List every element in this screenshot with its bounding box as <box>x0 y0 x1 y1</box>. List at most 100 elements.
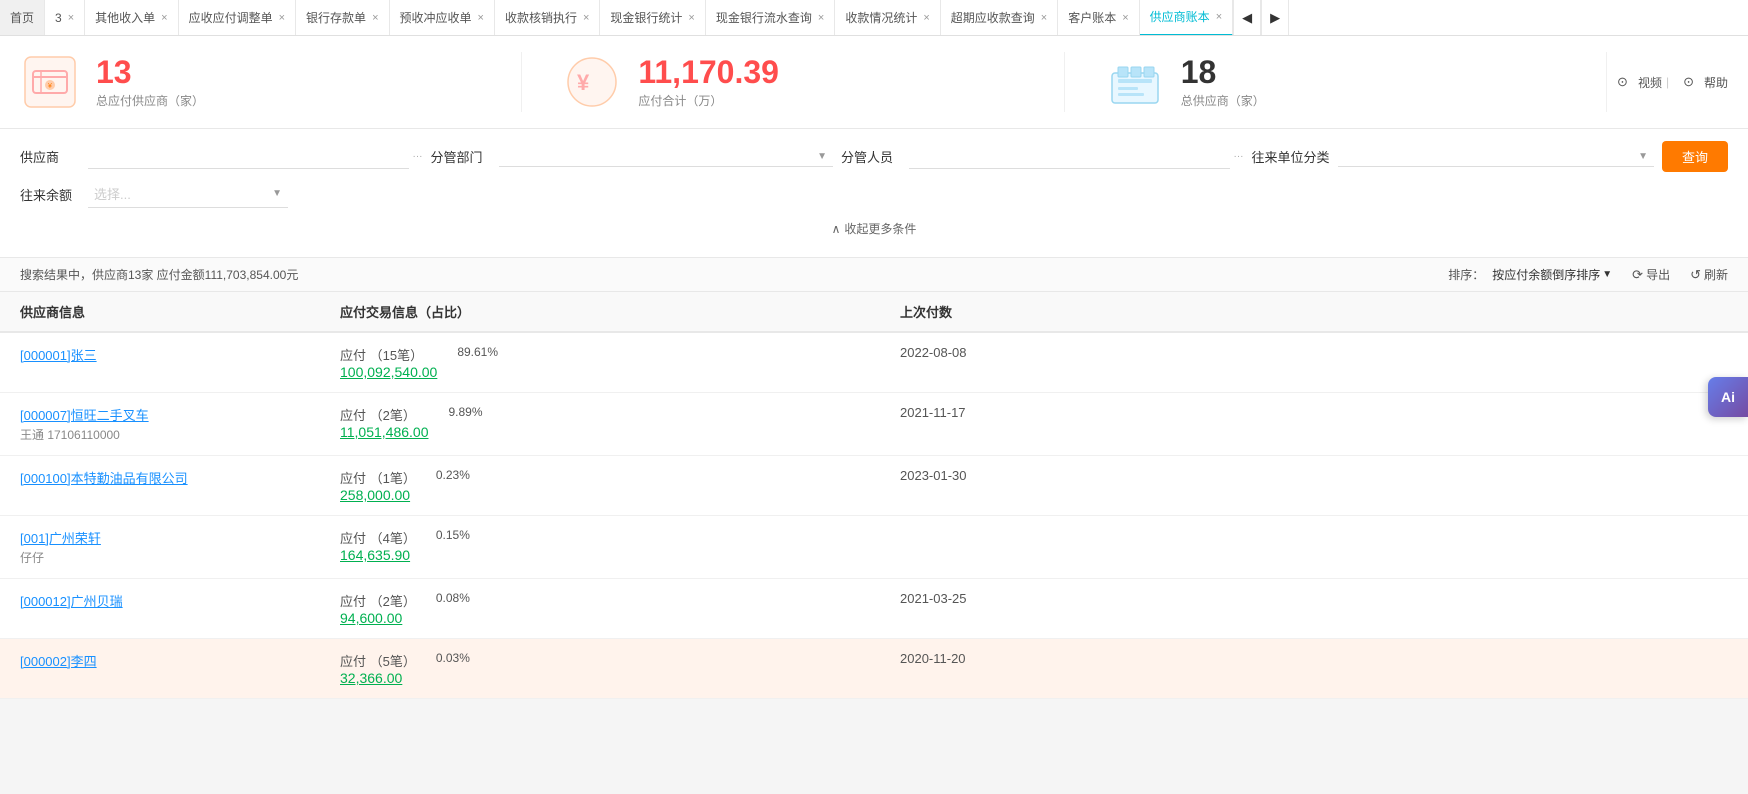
nav-tab-receipt-verify-label: 收款核销执行 <box>505 9 577 26</box>
result-text: 搜索结果中，供应商13家 应付金额111,703,854.00元 <box>20 266 1448 283</box>
supplier-link-3[interactable]: [000100]本特勤油品有限公司 <box>20 471 188 486</box>
stat-text-1: 13 总应付供应商（家） <box>96 56 204 109</box>
nav-tab-ap-adjust[interactable]: 应收应付调整单 × <box>179 0 296 36</box>
trans-amount-5[interactable]: 94,600.00 <box>340 610 416 626</box>
export-icon: ⟳ <box>1632 267 1643 283</box>
filter-row-1: 供应商 ··· 分管部门 ▼ 分管人员 ··· <box>20 141 1728 172</box>
nav-tab-supplier-account[interactable]: 供应商账本 × <box>1140 0 1233 36</box>
nav-tab-bank-deposit[interactable]: 银行存款单 × <box>296 0 389 36</box>
nav-tab-3-label: 3 <box>55 11 62 25</box>
supplier-link-2[interactable]: [000007]恒旺二手叉车 <box>20 408 149 423</box>
stat-icon-1: ¥ <box>20 52 80 112</box>
refresh-label: 刷新 <box>1704 266 1728 283</box>
close-tab-collection-stat-icon[interactable]: × <box>923 12 929 24</box>
trans-amount-2[interactable]: 11,051,486.00 <box>340 424 429 440</box>
table-row: [001]广州荣轩 仔仔 应付 （4笔） 164,635.90 0.15% <box>0 516 1748 579</box>
trans-label-3: 应付 （1笔） <box>340 468 416 487</box>
help-link[interactable]: 帮助 <box>1704 74 1728 91</box>
person-filter-input[interactable] <box>909 145 1230 169</box>
supplier-filter-label: 供应商 <box>20 147 80 166</box>
last-payment-cell-5: 2021-03-25 <box>900 591 1728 606</box>
close-tab-bank-deposit-icon[interactable]: × <box>372 12 378 24</box>
supplier-link-5[interactable]: [000012]广州贝瑞 <box>20 594 123 609</box>
nav-tab-collection-stat[interactable]: 收款情况统计 × <box>835 0 940 36</box>
stat-icon-3 <box>1105 52 1165 112</box>
filter-item-balance: 往来余额 选择... ▼ <box>20 180 1728 208</box>
nav-tab-home[interactable]: 首页 <box>0 0 45 36</box>
nav-tab-cash-bank-flow[interactable]: 现金银行流水查询 × <box>706 0 835 36</box>
stats-header: ¥ 13 总应付供应商（家） ¥ 11,170.39 <box>0 36 1748 129</box>
last-payment-cell-1: 2022-08-08 <box>900 345 1728 360</box>
person-filter-dots-icon[interactable]: ··· <box>1234 151 1244 162</box>
stat-number-total-suppliers: 18 <box>1181 56 1265 88</box>
transaction-cell-1: 应付 （15笔） 100,092,540.00 89.61% <box>340 345 900 380</box>
nav-tab-advance-collection[interactable]: 预收冲应收单 × <box>390 0 495 36</box>
balance-select-arrow-icon: ▼ <box>272 188 282 199</box>
nav-tab-overdue-query-label: 超期应收款查询 <box>951 9 1035 26</box>
trans-amount-4[interactable]: 164,635.90 <box>340 547 416 563</box>
trans-percent-4: 0.15% <box>436 528 470 542</box>
trans-amount-1[interactable]: 100,092,540.00 <box>340 364 437 380</box>
trans-amount-6[interactable]: 32,366.00 <box>340 670 416 686</box>
close-tab-3-icon[interactable]: × <box>68 12 74 24</box>
nav-tab-receipt-verify[interactable]: 收款核销执行 × <box>495 0 600 36</box>
close-tab-cash-bank-stat-icon[interactable]: × <box>688 12 694 24</box>
nav-tab-customer-account[interactable]: 客户账本 × <box>1058 0 1139 36</box>
transaction-info-2: 应付 （2笔） 11,051,486.00 <box>340 405 429 440</box>
supplier-link-4[interactable]: [001]广州荣轩 <box>20 531 101 546</box>
search-button[interactable]: 查询 <box>1662 141 1728 172</box>
supplier-link-6[interactable]: [000002]李四 <box>20 654 97 669</box>
video-link[interactable]: 视频 <box>1638 74 1662 91</box>
transaction-cell-5: 应付 （2笔） 94,600.00 0.08% <box>340 591 900 626</box>
close-tab-customer-account-icon[interactable]: × <box>1122 12 1128 24</box>
last-payment-cell-2: 2021-11-17 <box>900 405 1728 420</box>
nav-next-arrow[interactable]: ▶ <box>1261 0 1289 36</box>
close-tab-advance-collection-icon[interactable]: × <box>478 12 484 24</box>
stat-icon-2: ¥ <box>562 52 622 112</box>
nav-tab-3[interactable]: 3 × <box>45 0 85 36</box>
stat-block-suppliers-payable: ¥ 13 总应付供应商（家） <box>20 52 522 112</box>
balance-filter-select[interactable]: 选择... ▼ <box>88 180 288 208</box>
trans-label-5: 应付 （2笔） <box>340 591 416 610</box>
transaction-info-3: 应付 （1笔） 258,000.00 <box>340 468 416 503</box>
trans-percent-2: 9.89% <box>449 405 483 419</box>
category-select-arrow-icon: ▼ <box>1638 151 1648 162</box>
stat-text-2: 11,170.39 应付合计（万） <box>638 56 779 109</box>
help-icon: ⊙ <box>1683 74 1694 90</box>
video-icon: ⊙ <box>1617 74 1628 90</box>
close-tab-supplier-account-icon[interactable]: × <box>1216 11 1222 23</box>
divider: | <box>1666 75 1669 89</box>
table-header: 供应商信息 应付交易信息（占比） 上次付数 <box>0 292 1748 333</box>
nav-tab-cash-bank-stat[interactable]: 现金银行统计 × <box>600 0 705 36</box>
nav-tab-other-income[interactable]: 其他收入单 × <box>85 0 178 36</box>
nav-tab-bank-deposit-label: 银行存款单 <box>306 9 366 26</box>
trans-percent-1: 89.61% <box>457 345 498 359</box>
sort-select[interactable]: 按应付余额倒序排序 ▼ <box>1492 266 1612 283</box>
nav-tab-overdue-query[interactable]: 超期应收款查询 × <box>941 0 1058 36</box>
transaction-info-5: 应付 （2笔） 94,600.00 <box>340 591 416 626</box>
dept-select-arrow-icon: ▼ <box>817 151 827 162</box>
close-tab-other-income-icon[interactable]: × <box>161 12 167 24</box>
supplier-filter-input[interactable] <box>88 145 409 169</box>
supplier-link-1[interactable]: [000001]张三 <box>20 348 97 363</box>
sort-label: 排序： <box>1448 266 1484 283</box>
close-tab-ap-adjust-icon[interactable]: × <box>279 12 285 24</box>
transaction-cell-6: 应付 （5笔） 32,366.00 0.03% <box>340 651 900 686</box>
ai-assistant-button[interactable]: Ai <box>1708 377 1748 417</box>
dept-filter-select[interactable]: ▼ <box>499 147 834 167</box>
refresh-button[interactable]: ↺ 刷新 <box>1690 266 1728 283</box>
close-tab-receipt-verify-icon[interactable]: × <box>583 12 589 24</box>
nav-prev-arrow[interactable]: ◀ <box>1233 0 1261 36</box>
nav-tab-supplier-account-label: 供应商账本 <box>1150 8 1210 25</box>
supplier-filter-dots-icon[interactable]: ··· <box>413 151 423 162</box>
close-tab-overdue-query-icon[interactable]: × <box>1041 12 1047 24</box>
category-filter-select[interactable]: ▼ <box>1338 147 1654 167</box>
last-payment-cell-3: 2023-01-30 <box>900 468 1728 483</box>
trans-amount-3[interactable]: 258,000.00 <box>340 487 416 503</box>
close-tab-cash-bank-flow-icon[interactable]: × <box>818 12 824 24</box>
data-table: 供应商信息 应付交易信息（占比） 上次付数 [000001]张三 应付 （15笔… <box>0 292 1748 699</box>
export-button[interactable]: ⟳ 导出 <box>1632 266 1670 283</box>
collapse-filters-button[interactable]: ∧ 收起更多条件 <box>820 216 929 241</box>
stat-label-payable-suppliers: 总应付供应商（家） <box>96 92 204 109</box>
top-navigation: 首页 3 × 其他收入单 × 应收应付调整单 × 银行存款单 × 预收冲应收单 … <box>0 0 1748 36</box>
